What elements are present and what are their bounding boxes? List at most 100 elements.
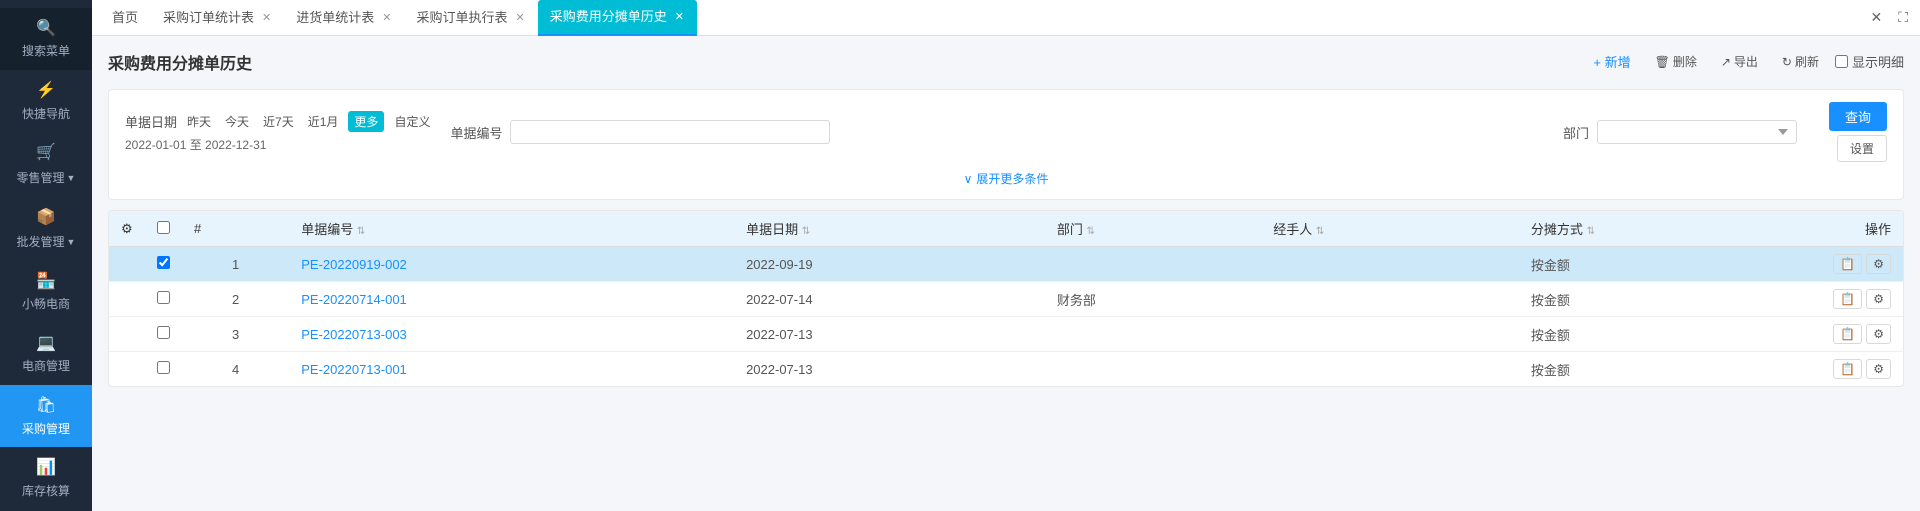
col-handler[interactable]: 经手人 ⇅: [1261, 211, 1519, 247]
col-doc-date[interactable]: 单据日期 ⇅: [734, 211, 1045, 247]
row2-settings-cell: [109, 282, 145, 317]
close-tab-inbound-stats[interactable]: ✕: [382, 0, 391, 36]
row3-doc-number-link[interactable]: PE-20220713-003: [301, 327, 407, 342]
tab-purchase-order-exec[interactable]: 采购订单执行表 ✕: [404, 0, 537, 36]
show-columns-toggle[interactable]: 显示明细: [1835, 52, 1904, 71]
shortcut-yesterday[interactable]: 昨天: [183, 111, 215, 132]
row3-view-btn[interactable]: 📋: [1833, 324, 1862, 344]
delete-icon: 🗑: [1655, 55, 1670, 69]
filter-dept-group: 部门 财务部: [1563, 120, 1813, 144]
lightning-icon: ⚡: [4, 80, 88, 102]
row4-settings-cell: [109, 352, 145, 387]
sort-split-icon: ⇅: [1587, 226, 1595, 237]
row2-view-btn[interactable]: 📋: [1833, 289, 1862, 309]
row4-checkbox[interactable]: [157, 361, 170, 374]
row4-num: 4: [182, 352, 289, 387]
row1-more-btn[interactable]: ⚙: [1866, 254, 1891, 274]
row1-checkbox-cell: [145, 247, 182, 282]
row2-more-btn[interactable]: ⚙: [1866, 289, 1891, 309]
tab-bar-actions: ✕ ⛶: [1866, 5, 1912, 30]
row3-handler: [1261, 317, 1519, 352]
table-header: ⚙ # 单据编号 ⇅ 单据日期 ⇅: [109, 211, 1903, 247]
row2-dept: 财务部: [1045, 282, 1261, 317]
tab-inbound-stats[interactable]: 进货单统计表 ✕: [284, 0, 404, 36]
row3-checkbox[interactable]: [157, 326, 170, 339]
select-all-checkbox[interactable]: [157, 221, 170, 234]
query-button[interactable]: 查询: [1829, 102, 1887, 131]
row4-checkbox-cell: [145, 352, 182, 387]
col-dept[interactable]: 部门 ⇅: [1045, 211, 1261, 247]
row3-settings-cell: [109, 317, 145, 352]
row2-checkbox-cell: [145, 282, 182, 317]
row3-num: 3: [182, 317, 289, 352]
row4-doc-number-link[interactable]: PE-20220713-001: [301, 362, 407, 377]
row4-doc-number: PE-20220713-001: [289, 352, 734, 387]
row3-dept: [1045, 317, 1261, 352]
shortcut-7days[interactable]: 近7天: [259, 111, 298, 132]
tab-purchase-order-stats[interactable]: 采购订单统计表 ✕: [151, 0, 284, 36]
shortcut-today[interactable]: 今天: [221, 111, 253, 132]
refresh-button[interactable]: ↻ 刷新: [1774, 49, 1827, 74]
filter-right-actions: 查询 设置: [1829, 102, 1887, 162]
tab-bar: 首页 采购订单统计表 ✕ 进货单统计表 ✕ 采购订单执行表 ✕ 采购费用分摊单历…: [92, 0, 1920, 36]
row4-view-btn[interactable]: 📋: [1833, 359, 1862, 379]
close-tab-purchase-order-stats[interactable]: ✕: [262, 0, 271, 36]
page-header: 采购费用分摊单历史 + 新增 🗑 删除 ↗ 导出 ↻ 刷新 显示明细: [108, 48, 1904, 75]
col-doc-number[interactable]: 单据编号 ⇅: [289, 211, 734, 247]
data-table: ⚙ # 单据编号 ⇅ 单据日期 ⇅: [109, 211, 1903, 386]
sidebar-item-retail[interactable]: 🛒 零售管理 ▼: [0, 132, 92, 196]
sidebar-item-search[interactable]: 🔍 搜索菜单: [0, 8, 92, 70]
row1-actions: 📋 ⚙: [1821, 247, 1903, 282]
show-columns-checkbox[interactable]: [1835, 55, 1848, 68]
row1-checkbox[interactable]: [157, 256, 170, 269]
add-button[interactable]: + 新增: [1585, 48, 1638, 75]
row1-doc-date: 2022-09-19: [734, 247, 1045, 282]
shortcut-custom[interactable]: 自定义: [390, 111, 434, 132]
tab-home[interactable]: 首页: [100, 0, 151, 36]
refresh-icon: ↻: [1782, 55, 1792, 69]
row4-handler: [1261, 352, 1519, 387]
sort-doc-date-icon: ⇅: [802, 226, 810, 237]
row4-more-btn[interactable]: ⚙: [1866, 359, 1891, 379]
row3-more-btn[interactable]: ⚙: [1866, 324, 1891, 344]
sidebar-item-mini-shop[interactable]: 🏪 小畅电商: [0, 261, 92, 323]
expand-more-button[interactable]: ∨ 展开更多条件: [964, 170, 1049, 187]
row1-doc-number: PE-20220919-002: [289, 247, 734, 282]
chevron-down-expand-icon: ∨: [964, 172, 973, 186]
dept-select[interactable]: 财务部: [1597, 120, 1797, 144]
close-tab-purchase-order-exec[interactable]: ✕: [516, 0, 525, 36]
row2-handler: [1261, 282, 1519, 317]
tab-purchase-fee-history[interactable]: 采购费用分摊单历史 ✕: [538, 0, 697, 36]
filter-settings-button[interactable]: 设置: [1837, 135, 1887, 162]
row2-checkbox[interactable]: [157, 291, 170, 304]
retail-icon: 🛒: [36, 142, 56, 164]
shortcut-more[interactable]: 更多: [348, 111, 384, 132]
maximize-icon[interactable]: ⛶: [1894, 5, 1912, 30]
col-settings[interactable]: ⚙: [109, 211, 145, 247]
export-icon: ↗: [1721, 55, 1731, 69]
close-all-tabs-icon[interactable]: ✕: [1866, 5, 1886, 30]
sidebar-item-quick-nav[interactable]: ⚡ 快捷导航: [0, 70, 92, 132]
ecommerce-icon: 💻: [4, 333, 88, 355]
shortcut-1month[interactable]: 近1月: [304, 111, 343, 132]
date-shortcuts: 昨天 今天 近7天 近1月 更多 自定义: [183, 111, 434, 132]
table-row: 4 PE-20220713-001 2022-07-13 按金额 📋 ⚙: [109, 352, 1903, 387]
row1-settings-cell: [109, 247, 145, 282]
sidebar-item-ecommerce[interactable]: 💻 电商管理: [0, 323, 92, 385]
close-tab-purchase-fee-history[interactable]: ✕: [675, 0, 684, 35]
col-split-method[interactable]: 分摊方式 ⇅: [1519, 211, 1821, 247]
toolbar: + 新增 🗑 删除 ↗ 导出 ↻ 刷新 显示明细: [1585, 48, 1904, 75]
row1-view-btn[interactable]: 📋: [1833, 254, 1862, 274]
main-content: 首页 采购订单统计表 ✕ 进货单统计表 ✕ 采购订单执行表 ✕ 采购费用分摊单历…: [92, 0, 1920, 511]
export-button[interactable]: ↗ 导出: [1713, 49, 1766, 74]
sidebar-item-inventory[interactable]: 📊 库存核算: [0, 447, 92, 509]
row2-doc-number-link[interactable]: PE-20220714-001: [301, 292, 407, 307]
row1-doc-number-link[interactable]: PE-20220919-002: [301, 257, 407, 272]
row4-doc-date: 2022-07-13: [734, 352, 1045, 387]
row1-split-method: 按金额: [1519, 247, 1821, 282]
delete-button[interactable]: 🗑 删除: [1647, 49, 1705, 74]
sidebar-item-purchase[interactable]: 🛍 采购管理: [0, 385, 92, 447]
sidebar-item-wholesale[interactable]: 📦 批发管理 ▼: [0, 197, 92, 261]
doc-number-input[interactable]: [510, 120, 830, 144]
row1-dept: [1045, 247, 1261, 282]
